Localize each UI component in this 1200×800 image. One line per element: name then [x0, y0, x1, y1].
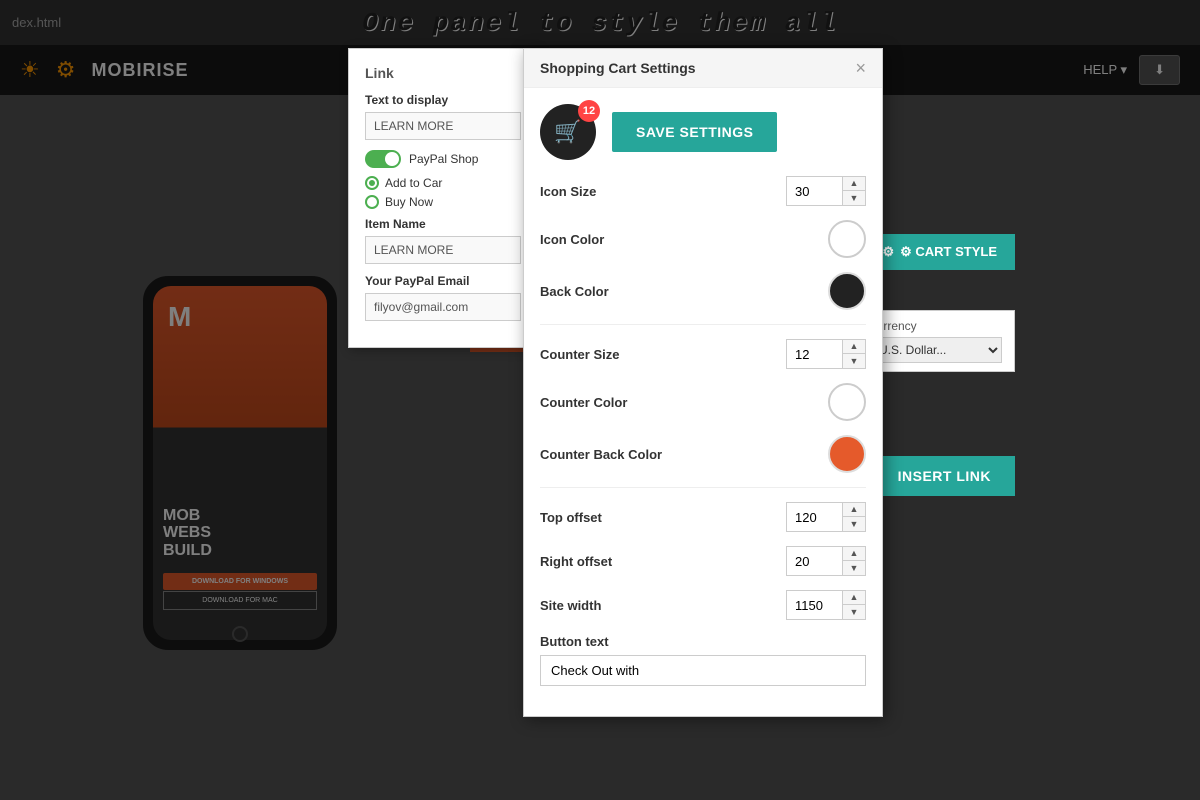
counter-size-up[interactable]: ▲	[843, 340, 865, 354]
top-offset-down[interactable]: ▼	[843, 517, 865, 531]
item-name-label: Item Name	[365, 217, 521, 231]
top-offset-input-wrapper: ▲ ▼	[786, 502, 866, 532]
text-to-display-label: Text to display	[365, 93, 521, 107]
cart-style-button[interactable]: ⚙ ⚙ CART STYLE	[864, 234, 1015, 270]
site-width-input-wrapper: ▲ ▼	[786, 590, 866, 620]
counter-size-label: Counter Size	[540, 347, 619, 362]
right-offset-input[interactable]	[787, 549, 842, 574]
button-text-input[interactable]	[540, 655, 866, 686]
cart-badge: 12	[578, 100, 600, 122]
counter-size-spinners: ▲ ▼	[842, 340, 865, 368]
paypal-email-input[interactable]	[365, 293, 521, 321]
save-settings-button[interactable]: SAVE SETTINGS	[612, 112, 777, 152]
icon-color-swatch[interactable]	[828, 220, 866, 258]
text-to-display-input[interactable]	[365, 112, 521, 140]
right-offset-input-wrapper: ▲ ▼	[786, 546, 866, 576]
button-text-label: Button text	[540, 634, 609, 649]
button-text-row: Button text	[540, 634, 866, 686]
add-to-cart-row[interactable]: Add to Car	[365, 176, 521, 190]
right-offset-label: Right offset	[540, 554, 612, 569]
site-width-spinners: ▲ ▼	[842, 591, 865, 619]
dialog-top-row: 🛒 12 SAVE SETTINGS	[540, 104, 866, 160]
icon-size-input-wrapper: ▲ ▼	[786, 176, 866, 206]
icon-size-spinners: ▲ ▼	[842, 177, 865, 205]
counter-back-color-row: Counter Back Color	[540, 435, 866, 473]
dialog-title: Shopping Cart Settings	[540, 60, 696, 76]
icon-size-row: Icon Size ▲ ▼	[540, 176, 866, 206]
buy-now-radio[interactable]	[365, 195, 379, 209]
top-offset-row: Top offset ▲ ▼	[540, 502, 866, 532]
counter-size-input[interactable]	[787, 342, 842, 367]
counter-color-swatch[interactable]	[828, 383, 866, 421]
paypal-toggle-label: PayPal Shop	[409, 152, 478, 166]
paypal-toggle[interactable]	[365, 150, 401, 168]
back-color-swatch[interactable]	[828, 272, 866, 310]
icon-size-input[interactable]	[787, 179, 842, 204]
counter-color-row: Counter Color	[540, 383, 866, 421]
icon-size-up[interactable]: ▲	[843, 177, 865, 191]
link-panel: Link Text to display PayPal Shop Add to …	[348, 48, 538, 348]
dialog-header: Shopping Cart Settings ×	[524, 49, 882, 88]
buy-now-label: Buy Now	[385, 195, 433, 209]
counter-size-input-wrapper: ▲ ▼	[786, 339, 866, 369]
section-divider-2	[540, 487, 866, 488]
site-width-row: Site width ▲ ▼	[540, 590, 866, 620]
paypal-email-label: Your PayPal Email	[365, 274, 521, 288]
add-to-cart-radio[interactable]	[365, 176, 379, 190]
icon-color-row: Icon Color	[540, 220, 866, 258]
cart-icon: 🛒	[554, 119, 581, 145]
site-width-label: Site width	[540, 598, 601, 613]
icon-color-label: Icon Color	[540, 232, 604, 247]
icon-size-label: Icon Size	[540, 184, 596, 199]
insert-link-button[interactable]: INSERT LINK	[874, 456, 1015, 496]
site-width-up[interactable]: ▲	[843, 591, 865, 605]
right-offset-row: Right offset ▲ ▼	[540, 546, 866, 576]
counter-back-color-swatch[interactable]	[828, 435, 866, 473]
cart-style-label: ⚙ CART STYLE	[900, 244, 997, 260]
top-offset-label: Top offset	[540, 510, 602, 525]
item-name-input[interactable]	[365, 236, 521, 264]
right-offset-down[interactable]: ▼	[843, 561, 865, 575]
right-offset-up[interactable]: ▲	[843, 547, 865, 561]
cart-icon-wrapper: 🛒 12	[540, 104, 596, 160]
section-divider	[540, 324, 866, 325]
site-width-down[interactable]: ▼	[843, 605, 865, 619]
back-color-row: Back Color	[540, 272, 866, 310]
paypal-toggle-row: PayPal Shop	[365, 150, 521, 168]
currency-label: Currency	[868, 319, 1002, 333]
buy-now-row[interactable]: Buy Now	[365, 195, 521, 209]
add-to-cart-label: Add to Car	[385, 176, 442, 190]
site-width-input[interactable]	[787, 593, 842, 618]
cart-style-icon: ⚙	[882, 244, 894, 260]
top-offset-up[interactable]: ▲	[843, 503, 865, 517]
link-panel-title: Link	[365, 65, 521, 81]
counter-size-row: Counter Size ▲ ▼	[540, 339, 866, 369]
back-color-label: Back Color	[540, 284, 609, 299]
cart-settings-dialog: Shopping Cart Settings × 🛒 12 SAVE SETTI…	[523, 48, 883, 717]
icon-size-down[interactable]: ▼	[843, 191, 865, 205]
counter-size-down[interactable]: ▼	[843, 354, 865, 368]
dialog-close-button[interactable]: ×	[855, 59, 866, 77]
dialog-body: 🛒 12 SAVE SETTINGS Icon Size ▲ ▼ Icon Co…	[524, 88, 882, 716]
currency-select[interactable]: U.S. Dollar...	[868, 337, 1002, 363]
right-offset-spinners: ▲ ▼	[842, 547, 865, 575]
counter-color-label: Counter Color	[540, 395, 627, 410]
counter-back-color-label: Counter Back Color	[540, 447, 662, 462]
top-offset-input[interactable]	[787, 505, 842, 530]
top-offset-spinners: ▲ ▼	[842, 503, 865, 531]
